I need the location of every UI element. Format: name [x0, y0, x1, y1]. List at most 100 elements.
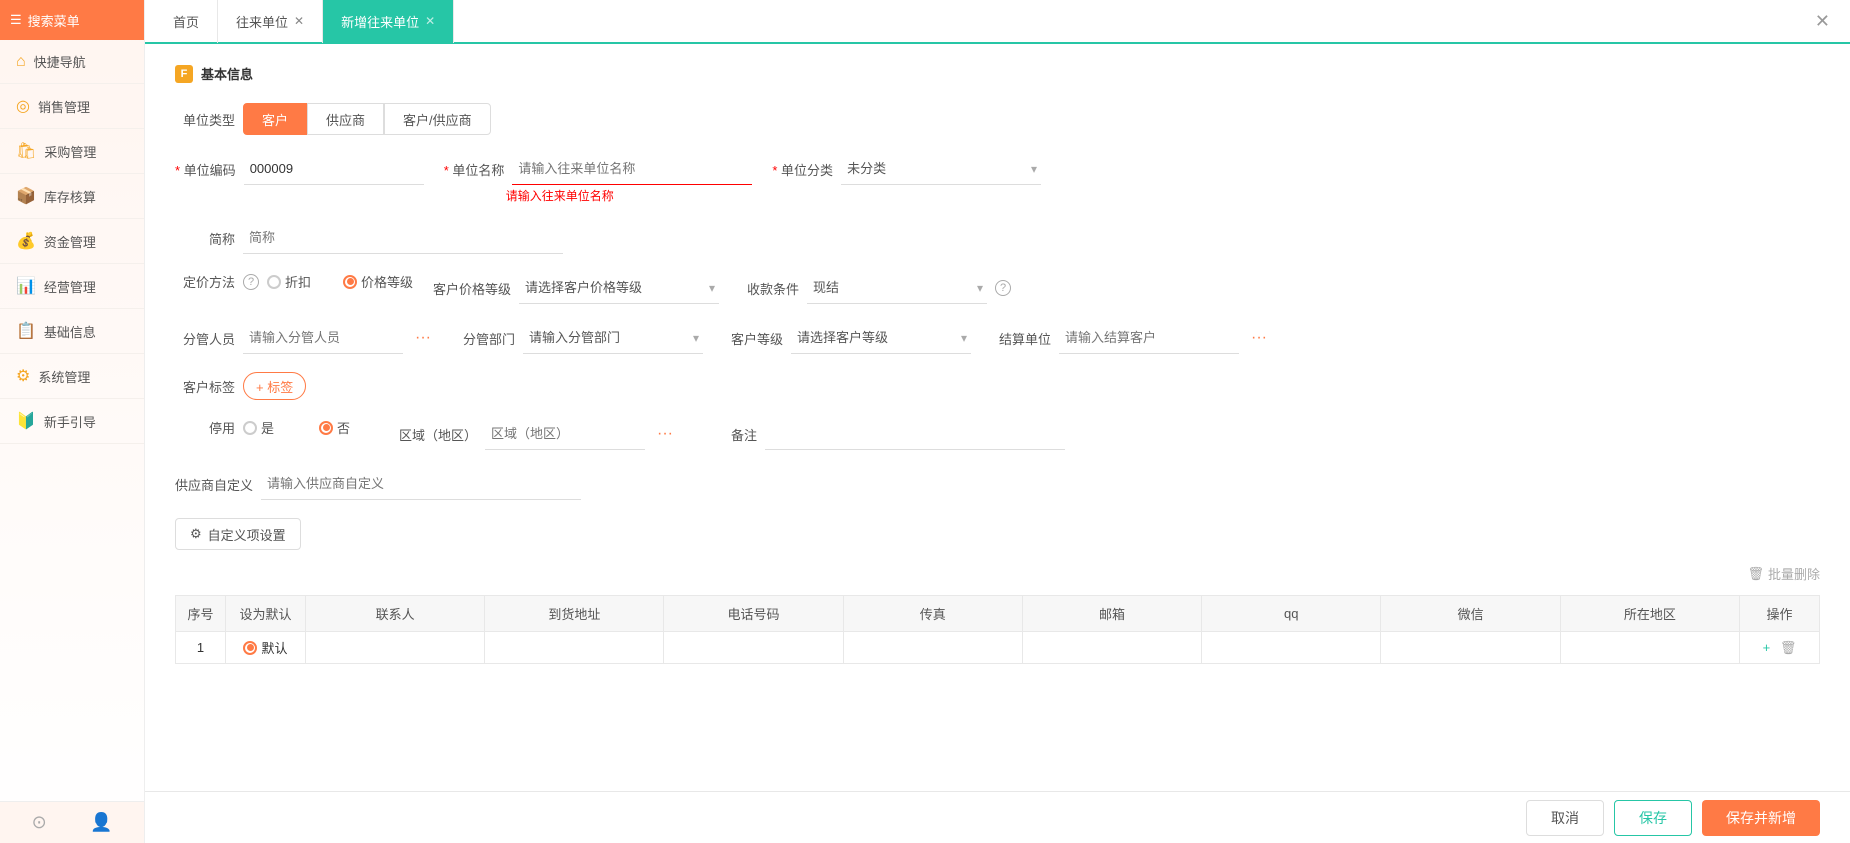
- row-address-input[interactable]: [495, 640, 653, 655]
- operations-icon: 📊: [16, 276, 36, 296]
- row-region-input[interactable]: [1571, 640, 1729, 655]
- payment-terms-label: 收款条件: [739, 279, 799, 298]
- unit-code-field: 单位编码: [175, 153, 424, 185]
- save-button[interactable]: 保存: [1614, 800, 1692, 836]
- bottom-action-bar: 取消 保存 保存并新增: [145, 791, 1850, 843]
- row-qq-input[interactable]: [1212, 640, 1370, 655]
- unit-code-input[interactable]: [244, 153, 424, 185]
- disabled-yes-radio[interactable]: [243, 421, 257, 435]
- row-wechat-input[interactable]: [1391, 640, 1549, 655]
- batch-delete-btn[interactable]: 🗑 批量删除: [1747, 564, 1820, 583]
- disabled-yes-label[interactable]: 是: [243, 418, 303, 437]
- col-action: 操作: [1740, 596, 1820, 632]
- unit-name-input[interactable]: [512, 153, 752, 185]
- batch-delete-icon: 🗑: [1747, 566, 1764, 582]
- pricing-method-field: 定价方法 ? 折扣 价格等级: [175, 272, 413, 291]
- pricing-help-icon[interactable]: ?: [243, 274, 259, 290]
- row-contact[interactable]: [306, 632, 485, 664]
- pricing-level-radio[interactable]: [343, 275, 357, 289]
- row-add-btn[interactable]: +: [1763, 640, 1771, 655]
- sidebar-item-system[interactable]: ⚙ 系统管理: [0, 354, 144, 399]
- row-default-radio-label[interactable]: 默认: [236, 638, 295, 657]
- row-default-radio[interactable]: [243, 641, 257, 655]
- unit-category-select[interactable]: 未分类: [841, 153, 1041, 185]
- department-field: 分管部门 请输入分管部门: [455, 322, 703, 354]
- sidebar-user-btn[interactable]: 👤: [90, 812, 112, 833]
- search-menu-btn[interactable]: ☰ 搜索菜单: [0, 0, 144, 40]
- custom-setting-btn[interactable]: ⚙ 自定义项设置: [175, 518, 301, 550]
- save-and-new-button[interactable]: 保存并新增: [1702, 800, 1820, 836]
- disabled-row: 停用 是 否 区域（地区） ··· 备注: [175, 418, 1820, 450]
- unit-category-select-wrapper: 未分类: [841, 153, 1041, 185]
- tab-new-trade-unit-close[interactable]: ✕: [425, 14, 435, 28]
- inventory-icon: 📦: [16, 186, 36, 206]
- row-email[interactable]: [1022, 632, 1201, 664]
- supplier-custom-input[interactable]: [261, 468, 581, 500]
- sidebar-expand-btn[interactable]: ⊙: [32, 812, 47, 833]
- sidebar-item-inventory[interactable]: 📦 库存核算: [0, 174, 144, 219]
- customer-price-level-field: 客户价格等级 请选择客户价格等级: [433, 272, 719, 304]
- payment-terms-select[interactable]: 现结: [807, 272, 987, 304]
- remark-input[interactable]: [765, 418, 1065, 450]
- unit-type-both-btn[interactable]: 客户/供应商: [384, 103, 491, 135]
- cancel-button[interactable]: 取消: [1526, 800, 1604, 836]
- customer-price-level-select[interactable]: 请选择客户价格等级: [519, 272, 719, 304]
- tabbar-close-all[interactable]: ✕: [1805, 11, 1840, 32]
- tab-new-trade-unit[interactable]: 新增往来单位 ✕: [323, 0, 454, 43]
- sidebar-item-sales[interactable]: ◎ 销售管理: [0, 84, 144, 129]
- manager-more-btn[interactable]: ···: [411, 329, 435, 347]
- short-name-label: 简称: [175, 229, 235, 248]
- sidebar-label-sales: 销售管理: [38, 97, 90, 116]
- unit-name-label: 单位名称: [444, 160, 505, 179]
- unit-name-field: 单位名称 请输入往来单位名称: [444, 153, 753, 204]
- tab-home-label: 首页: [173, 12, 199, 31]
- tab-trade-units[interactable]: 往来单位 ✕: [218, 0, 323, 43]
- tabbar: 首页 往来单位 ✕ 新增往来单位 ✕ ✕: [145, 0, 1850, 44]
- region-more-btn[interactable]: ···: [653, 425, 677, 443]
- remark-field: 备注: [697, 418, 1065, 450]
- tab-home[interactable]: 首页: [155, 0, 218, 43]
- payment-terms-help-icon[interactable]: ?: [995, 280, 1011, 296]
- row-contact-input[interactable]: [316, 640, 474, 655]
- sidebar-item-finance[interactable]: 💰 资金管理: [0, 219, 144, 264]
- region-input[interactable]: [485, 418, 645, 450]
- row-region[interactable]: [1560, 632, 1739, 664]
- short-name-field: 简称: [175, 222, 563, 254]
- short-name-input[interactable]: [243, 222, 563, 254]
- payment-terms-wrapper: 现结: [807, 272, 987, 304]
- row-phone-input[interactable]: [674, 640, 832, 655]
- form-content: F 基本信息 单位类型 客户 供应商 客户/供应商 单位编码 单位名称: [145, 44, 1850, 843]
- tab-trade-units-close[interactable]: ✕: [294, 14, 304, 28]
- row-fax-input[interactable]: [854, 640, 1012, 655]
- supplier-custom-field: 供应商自定义: [175, 468, 581, 500]
- manager-row: 分管人员 ··· 分管部门 请输入分管部门 客户等级 请选择客户等级: [175, 322, 1820, 354]
- unit-type-customer-btn[interactable]: 客户: [243, 103, 307, 135]
- sidebar-item-purchase[interactable]: 🛍 采购管理: [0, 129, 144, 174]
- row-address[interactable]: [485, 632, 664, 664]
- row-email-input[interactable]: [1033, 640, 1191, 655]
- manager-input[interactable]: [243, 322, 403, 354]
- row-qq[interactable]: [1202, 632, 1381, 664]
- unit-type-supplier-btn[interactable]: 供应商: [307, 103, 384, 135]
- row-fax[interactable]: [843, 632, 1022, 664]
- add-tag-btn[interactable]: + 标签: [243, 372, 306, 400]
- row-delete-btn[interactable]: 🗑: [1780, 640, 1797, 655]
- manager-field: 分管人员 ···: [175, 322, 435, 354]
- disabled-no-radio[interactable]: [319, 421, 333, 435]
- pricing-level-text: 价格等级: [361, 272, 413, 291]
- row-phone[interactable]: [664, 632, 843, 664]
- row-wechat[interactable]: [1381, 632, 1560, 664]
- supplier-custom-row: 供应商自定义: [175, 468, 1820, 500]
- settlement-unit-more-btn[interactable]: ···: [1247, 329, 1271, 347]
- pricing-discount-label[interactable]: 折扣: [267, 272, 327, 291]
- sidebar-item-quick-nav[interactable]: ⌂ 快捷导航: [0, 40, 144, 84]
- sidebar-item-guide[interactable]: 🔰 新手引导: [0, 399, 144, 444]
- disabled-no-label[interactable]: 否: [319, 418, 379, 437]
- sidebar-item-basic-info[interactable]: 📋 基础信息: [0, 309, 144, 354]
- settlement-unit-input[interactable]: [1059, 322, 1239, 354]
- pricing-level-label[interactable]: 价格等级: [343, 272, 413, 291]
- customer-level-select[interactable]: 请选择客户等级: [791, 322, 971, 354]
- sidebar-item-operations[interactable]: 📊 经营管理: [0, 264, 144, 309]
- department-select[interactable]: 请输入分管部门: [523, 322, 703, 354]
- pricing-discount-radio[interactable]: [267, 275, 281, 289]
